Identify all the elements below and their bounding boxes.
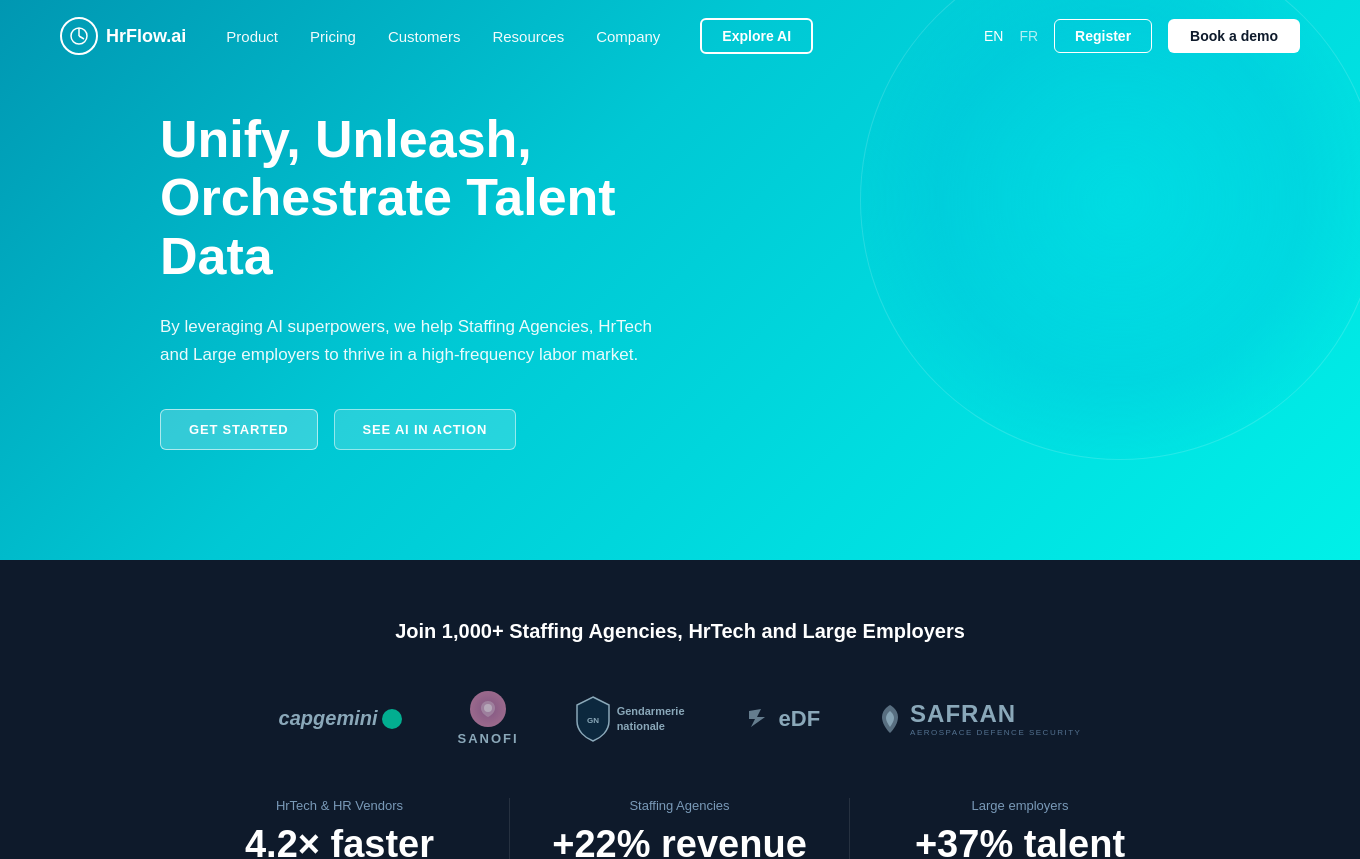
stats-row: HrTech & HR Vendors 4.2× faster growth S… bbox=[60, 798, 1300, 859]
stat-employers-value: +37% talent mobility bbox=[870, 823, 1170, 859]
edf-text: eDF bbox=[779, 706, 821, 732]
stat-staffing-label: Staffing Agencies bbox=[530, 798, 829, 813]
explore-ai-button[interactable]: Explore AI bbox=[700, 18, 813, 54]
navbar: HrFlow.ai Product Pricing Customers Reso… bbox=[0, 0, 1360, 72]
hero-title: Unify, Unleash, Orchestrate Talent Data bbox=[160, 110, 680, 285]
nav-resources[interactable]: Resources bbox=[492, 28, 564, 45]
nav-company[interactable]: Company bbox=[596, 28, 660, 45]
logo-safran: SAFRAN AEROSPACE DEFENCE SECURITY bbox=[876, 700, 1081, 737]
logo-link[interactable]: HrFlow.ai bbox=[60, 17, 186, 55]
lang-en-link[interactable]: EN bbox=[984, 28, 1003, 44]
svg-text:GN: GN bbox=[587, 716, 599, 725]
sanofi-icon bbox=[470, 691, 506, 727]
stat-staffing-value: +22% revenue bbox=[530, 823, 829, 859]
safran-text: SAFRAN bbox=[910, 700, 1081, 728]
social-proof-section: Join 1,000+ Staffing Agencies, HrTech an… bbox=[0, 560, 1360, 859]
see-ai-button[interactable]: SEE AI IN ACTION bbox=[334, 409, 517, 450]
gendarmerie-text: Gendarmerie nationale bbox=[617, 704, 685, 733]
hero-content: Unify, Unleash, Orchestrate Talent Data … bbox=[0, 110, 680, 450]
nav-right: EN FR Register Book a demo bbox=[984, 19, 1300, 53]
nav-links: Product Pricing Customers Resources Comp… bbox=[226, 18, 984, 54]
logo-text: HrFlow.ai bbox=[106, 26, 186, 47]
social-proof-title: Join 1,000+ Staffing Agencies, HrTech an… bbox=[60, 620, 1300, 643]
nav-customers[interactable]: Customers bbox=[388, 28, 461, 45]
logo-edf: eDF bbox=[741, 703, 821, 735]
hero-section: Unify, Unleash, Orchestrate Talent Data … bbox=[0, 0, 1360, 560]
logo-icon bbox=[60, 17, 98, 55]
stat-employers: Large employers +37% talent mobility bbox=[850, 798, 1190, 859]
lang-fr-link[interactable]: FR bbox=[1019, 28, 1038, 44]
hero-subtitle: By leveraging AI superpowers, we help St… bbox=[160, 313, 660, 369]
svg-point-3 bbox=[484, 704, 492, 712]
stat-hrtech-label: HrTech & HR Vendors bbox=[190, 798, 489, 813]
logo-gendarmerie: GN Gendarmerie nationale bbox=[575, 695, 685, 743]
stat-employers-label: Large employers bbox=[870, 798, 1170, 813]
sanofi-text: SANOFI bbox=[458, 731, 519, 746]
register-button[interactable]: Register bbox=[1054, 19, 1152, 53]
logo-capgemini: capgemini bbox=[279, 707, 402, 730]
stat-hrtech: HrTech & HR Vendors 4.2× faster growth bbox=[170, 798, 510, 859]
capgemini-dot-icon bbox=[382, 709, 402, 729]
stat-staffing: Staffing Agencies +22% revenue bbox=[510, 798, 850, 859]
stat-hrtech-value: 4.2× faster growth bbox=[190, 823, 489, 859]
safran-subtext: AEROSPACE DEFENCE SECURITY bbox=[910, 728, 1081, 737]
book-demo-button[interactable]: Book a demo bbox=[1168, 19, 1300, 53]
hero-buttons: GET STARTED SEE AI IN ACTION bbox=[160, 409, 680, 450]
logos-row: capgemini SANOFI GN bbox=[60, 691, 1300, 746]
svg-line-2 bbox=[79, 36, 84, 39]
logo-sanofi: SANOFI bbox=[458, 691, 519, 746]
nav-pricing[interactable]: Pricing bbox=[310, 28, 356, 45]
nav-product[interactable]: Product bbox=[226, 28, 278, 45]
get-started-button[interactable]: GET STARTED bbox=[160, 409, 318, 450]
